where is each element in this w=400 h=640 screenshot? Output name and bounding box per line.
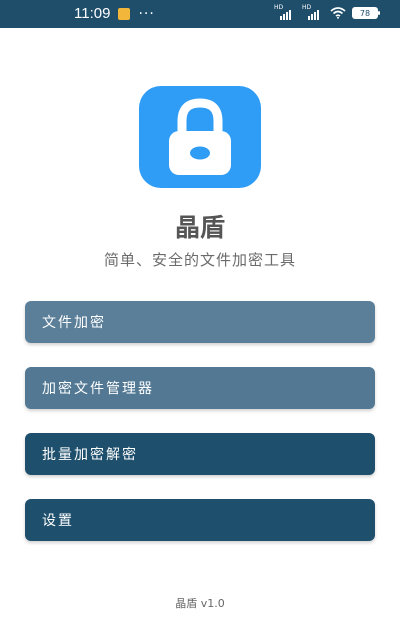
file-encrypt-label: 文件加密 (42, 315, 106, 331)
file-encrypt-button[interactable]: 文件加密 (25, 301, 375, 343)
encrypted-file-manager-button[interactable]: 加密文件管理器 (25, 367, 375, 409)
settings-label: 设置 (42, 513, 74, 529)
gallery-icon (118, 8, 131, 20)
status-bar: 11:09 ··· HD HD 78 (0, 0, 400, 28)
signal-strength-icon: HD (274, 4, 296, 20)
signal-strength-icon: HD (302, 4, 324, 20)
batch-encrypt-decrypt-button[interactable]: 批量加密解密 (25, 433, 375, 475)
status-right: HD HD 78 (274, 4, 380, 20)
encrypted-file-manager-label: 加密文件管理器 (42, 381, 154, 397)
main-menu: 文件加密 加密文件管理器 批量加密解密 设置 (25, 301, 375, 565)
lock-icon (139, 86, 261, 188)
battery-level: 78 (359, 8, 371, 18)
app-subtitle: 简单、安全的文件加密工具 (103, 251, 296, 269)
status-time: 11:09 (74, 5, 111, 22)
battery-icon: 78 (352, 7, 380, 19)
app-title: 晶盾 (174, 213, 225, 242)
batch-encrypt-decrypt-label: 批量加密解密 (42, 447, 138, 463)
settings-button[interactable]: 设置 (25, 499, 375, 541)
more-notifications-indicator: ··· (138, 6, 155, 22)
wifi-icon (330, 7, 346, 19)
status-left: 11:09 ··· (74, 5, 155, 23)
version-label: 晶盾 v1.0 (175, 597, 225, 610)
